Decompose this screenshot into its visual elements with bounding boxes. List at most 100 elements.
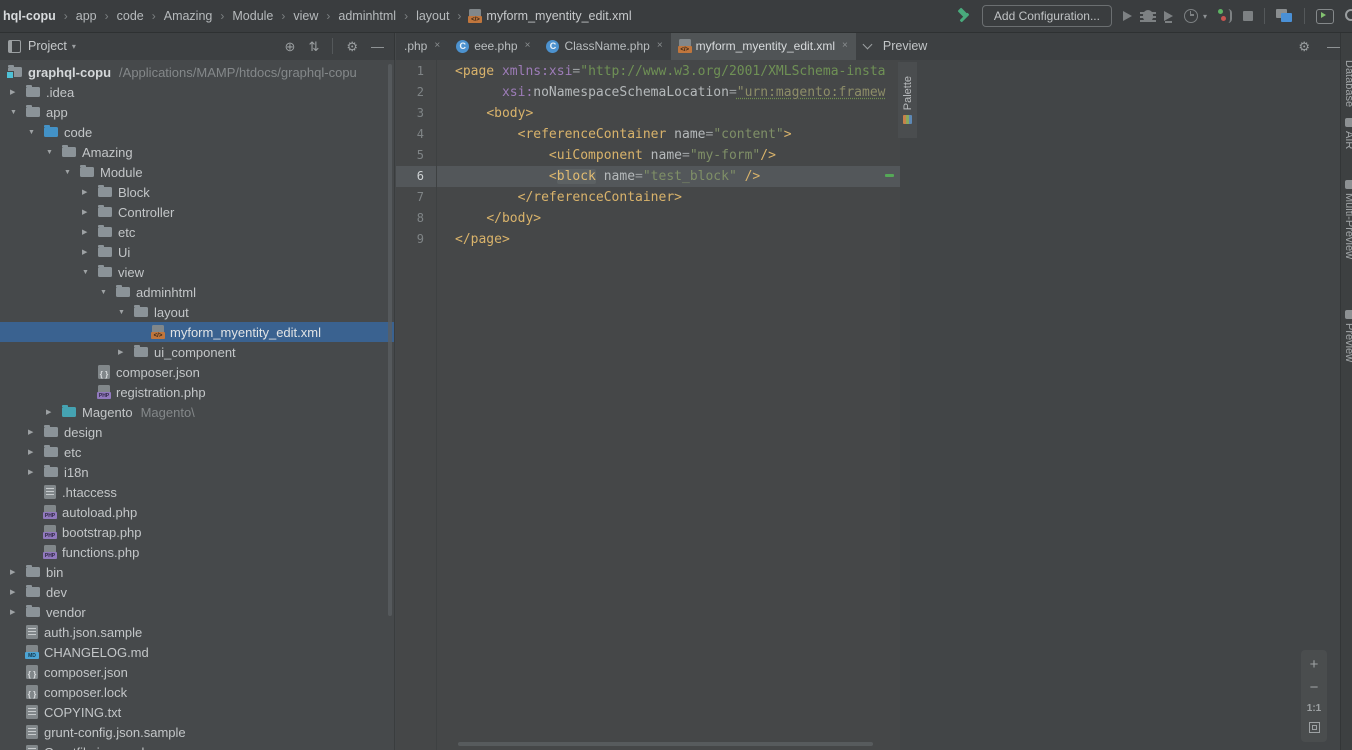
breadcrumb-item[interactable]: code [117,9,144,23]
breadcrumb-file[interactable]: </>myform_myentity_edit.xml [469,9,631,23]
tree-expanded-icon[interactable]: ▼ [8,109,26,116]
tree-item[interactable]: ▼layout [0,302,394,322]
editor-code-area[interactable]: <page xmlns:xsi="http://www.w3.org/2001/… [438,60,900,750]
tree-expanded-icon[interactable]: ▼ [116,309,134,316]
project-panel-header[interactable]: Project ▾ ⊕ ⇅ ⚙ — [0,32,395,60]
tree-item[interactable]: MDCHANGELOG.md [0,642,394,662]
tree-item[interactable]: ▼adminhtml [0,282,394,302]
tree-collapsed-icon[interactable]: ▶ [8,588,26,596]
tool-stripe-item-preview[interactable]: Preview [1343,310,1352,362]
tool-stripe-item-database[interactable]: Database [1343,60,1352,107]
tree-item[interactable]: ▶Controller [0,202,394,222]
tree-expanded-icon[interactable]: ▼ [98,289,116,296]
tree-item[interactable]: .htaccess [0,482,394,502]
tree-item[interactable]: PHPregistration.php [0,382,394,402]
add-configuration-button[interactable]: Add Configuration... [982,5,1112,27]
tree-expanded-icon[interactable]: ▼ [80,269,98,276]
tool-stripe-item-multi-preview[interactable]: Multi-Preview [1343,180,1352,259]
zoom-actual-size-button[interactable]: 1:1 [1307,703,1321,714]
run-icon[interactable] [1123,11,1132,21]
tab--php[interactable]: .php× [396,32,448,60]
tree-item[interactable]: ▶Ui [0,242,394,262]
tree-collapsed-icon[interactable]: ▶ [26,468,44,476]
editor-horizontal-scrollbar[interactable] [458,742,873,746]
tree-expanded-icon[interactable]: ▼ [44,149,62,156]
tree-expanded-icon[interactable]: ▼ [62,169,80,176]
tree-item[interactable]: ▶i18n [0,462,394,482]
breadcrumb-item[interactable]: view [293,9,318,23]
tree-item[interactable]: { }composer.lock [0,682,394,702]
tree-expanded-icon[interactable]: ▼ [26,129,44,136]
debug-icon[interactable] [1143,10,1153,22]
preview-tab-label[interactable]: Preview [883,39,927,53]
project-panel-title[interactable]: Project [28,39,67,53]
tree-collapsed-icon[interactable]: ▶ [80,228,98,236]
zoom-fit-button[interactable] [1309,722,1320,733]
tree-item[interactable]: auth.json.sample [0,622,394,642]
palette-tool-tab[interactable]: Palette [898,62,917,138]
tree-item[interactable]: ▶MagentoMagento\ [0,402,394,422]
tree-collapsed-icon[interactable]: ▶ [44,408,62,416]
tab-eee-php[interactable]: Ceee.php× [448,32,538,60]
tool-stripe-item-air[interactable]: AIR [1343,118,1352,149]
tree-item[interactable]: ▶bin [0,562,394,582]
tree-item[interactable]: { }composer.json [0,662,394,682]
tree-item[interactable]: ▶.idea [0,82,394,102]
breadcrumb-item[interactable]: adminhtml [338,9,396,23]
tree-item[interactable]: Gruntfile.js.sample [0,742,394,750]
breadcrumb-item[interactable]: Amazing [164,9,213,23]
tree-collapsed-icon[interactable]: ▶ [80,248,98,256]
tree-item[interactable]: ▶Block [0,182,394,202]
collapse-all-icon[interactable]: ⇅ [308,40,319,53]
tree-item[interactable]: PHPautoload.php [0,502,394,522]
tab-close-icon[interactable]: × [434,41,440,51]
tree-item[interactable]: ▶design [0,422,394,442]
profiler-icon[interactable] [1184,9,1198,23]
tree-collapsed-icon[interactable]: ▶ [80,188,98,196]
project-settings-gear-icon[interactable]: ⚙ [346,40,358,53]
tree-item[interactable]: PHPfunctions.php [0,542,394,562]
tab-close-icon[interactable]: × [842,41,848,51]
project-tree-scrollbar[interactable] [388,64,392,616]
project-windows-icon[interactable] [1276,9,1293,23]
breadcrumb-item[interactable]: layout [416,9,449,23]
breadcrumb-item[interactable]: app [76,9,97,23]
tree-item[interactable]: ▶dev [0,582,394,602]
project-panel-caret-icon[interactable]: ▾ [72,42,76,51]
tree-collapsed-icon[interactable]: ▶ [26,428,44,436]
breadcrumb-item[interactable]: hql-copu [3,9,56,23]
locate-file-icon[interactable]: ⊕ [285,40,296,53]
code-editor[interactable]: 123456789 <page xmlns:xsi="http://www.w3… [396,60,900,750]
run-with-coverage-icon[interactable] [1164,11,1173,21]
tree-item[interactable]: ▶etc [0,442,394,462]
tree-item[interactable]: ▶etc [0,222,394,242]
build-hammer-icon[interactable] [955,8,971,24]
tab-myform-myentity-edit-xml[interactable]: </>myform_myentity_edit.xml× [671,32,856,60]
tree-item[interactable]: ▼Amazing [0,142,394,162]
tree-item[interactable]: ▼Module [0,162,394,182]
run-anything-icon[interactable] [1316,9,1334,24]
tree-item[interactable]: ▼view [0,262,394,282]
search-everywhere-icon[interactable] [1345,9,1352,23]
tree-item[interactable]: { }composer.json [0,362,394,382]
tree-item[interactable]: PHPbootstrap.php [0,522,394,542]
tree-item[interactable]: COPYING.txt [0,702,394,722]
tree-collapsed-icon[interactable]: ▶ [26,448,44,456]
preview-gear-icon[interactable]: ⚙ [1298,40,1310,53]
tab-close-icon[interactable]: × [657,41,663,51]
hide-project-panel-icon[interactable]: — [371,40,384,53]
breadcrumb-item[interactable]: Module [232,9,273,23]
tree-collapsed-icon[interactable]: ▶ [8,88,26,96]
tree-item[interactable]: grunt-config.json.sample [0,722,394,742]
tree-collapsed-icon[interactable]: ▶ [8,608,26,616]
hide-preview-icon[interactable]: — [1327,40,1340,53]
tab-classname-php[interactable]: CClassName.php× [538,32,670,60]
hidden-tabs-chevron-icon[interactable] [862,40,872,50]
tree-item[interactable]: ▶vendor [0,602,394,622]
tree-item[interactable]: </>myform_myentity_edit.xml [0,322,394,342]
tab-close-icon[interactable]: × [525,41,531,51]
tree-item[interactable]: ▶ui_component [0,342,394,362]
tree-collapsed-icon[interactable]: ▶ [116,348,134,356]
tree-collapsed-icon[interactable]: ▶ [8,568,26,576]
zoom-out-button[interactable]: − [1310,680,1319,695]
